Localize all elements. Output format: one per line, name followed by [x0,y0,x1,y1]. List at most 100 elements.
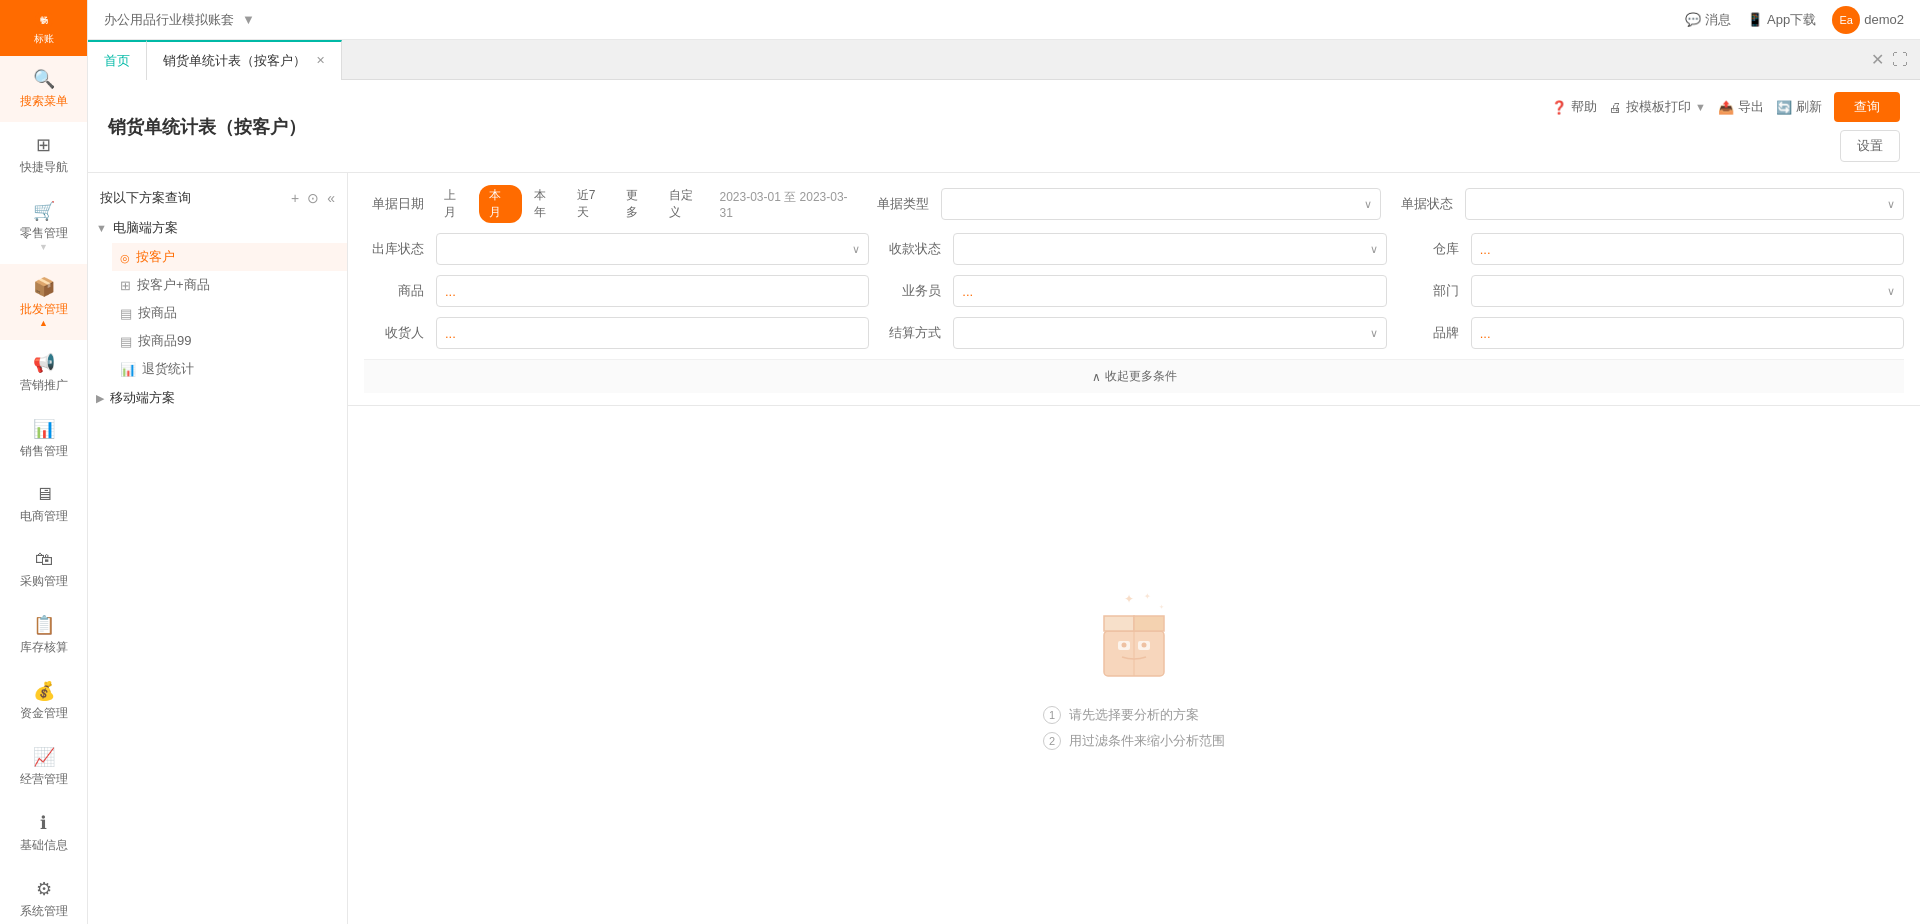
brand-input[interactable]: ... [1471,317,1904,349]
hint-num-1: 1 [1043,706,1061,724]
date-tab-custom[interactable]: 自定义 [661,185,711,223]
tree-by-customer-label: 按客户 [136,248,175,266]
export-button[interactable]: 📤 导出 [1718,98,1764,116]
tab-sales-label: 销货单统计表（按客户） [163,52,306,70]
tree-item-by-goods[interactable]: ▤ 按商品 [112,299,347,327]
empty-hint-2-text: 用过滤条件来缩小分析范围 [1069,732,1225,750]
ecommerce-icon: 🖥 [35,484,53,505]
sidebar-system-label: 系统管理 [20,903,68,920]
date-tab-more[interactable]: 更多 [618,185,657,223]
sidebar-item-purchase[interactable]: 🛍 采购管理 [0,537,87,602]
sidebar-item-marketing[interactable]: 📢 营销推广 [0,340,87,406]
date-range: 2023-03-01 至 2023-03-31 [719,189,857,220]
help-button[interactable]: ❓ 帮助 [1551,98,1597,116]
content-area: 按以下方案查询 + ⊙ « ▼ 电脑端方案 ◎ [88,173,1920,924]
settings-scheme-icon[interactable]: ⊙ [307,190,319,206]
sidebar-item-search[interactable]: 🔍 搜索菜单 [0,56,87,122]
tree-pc-section[interactable]: ▼ 电脑端方案 [88,213,347,243]
date-tab-lastmonth[interactable]: 上月 [436,185,475,223]
sidebar-item-ecommerce[interactable]: 🖥 电商管理 [0,472,87,537]
collapse-bar[interactable]: ∧ 收起更多条件 [364,359,1904,393]
sidebar-item-system[interactable]: ⚙ 系统管理 [0,866,87,924]
collapse-scheme-icon[interactable]: « [327,190,335,206]
user-item[interactable]: Ea demo2 [1832,6,1904,34]
tab-close-all-icon[interactable]: ✕ [1871,50,1884,69]
out-status-input[interactable]: ∨ [436,233,869,265]
export-label: 导出 [1738,98,1764,116]
tree-item-return-stat[interactable]: 📊 退货统计 [112,355,347,383]
sidebar-operations-label: 经营管理 [20,771,68,788]
page-header: 销货单统计表（按客户） ❓ 帮助 🖨 按模板打印 ▼ [88,80,1920,173]
goods-dots: ... [445,284,456,299]
receipt-status-dropdown-icon: ∨ [1370,243,1378,256]
empty-state: ✦ ✦ ✦ [348,406,1920,924]
table-icon: ▤ [120,306,132,321]
order-status-dropdown-icon: ∨ [1887,198,1895,211]
refresh-button[interactable]: 🔄 刷新 [1776,98,1822,116]
sidebar-item-sales[interactable]: 📊 销售管理 [0,406,87,472]
tree-item-by-customer[interactable]: ◎ 按客户 [112,243,347,271]
sidebar-item-inventory[interactable]: 📋 库存核算 [0,602,87,668]
salesperson-label: 业务员 [881,282,941,300]
query-button[interactable]: 查询 [1834,92,1900,122]
message-icon: 💬 [1685,12,1701,27]
sidebar-sales-label: 销售管理 [20,443,68,460]
tab-bar-actions: ✕ ⛶ [1871,50,1920,69]
empty-hint-2: 2 用过滤条件来缩小分析范围 [1043,732,1225,750]
app-download-item[interactable]: 📱 App下载 [1747,11,1816,29]
salesperson-dots: ... [962,284,973,299]
tree-expand-icon: ▼ [96,222,107,234]
consignee-input[interactable]: ... [436,317,869,349]
date-tab-7days[interactable]: 近7天 [569,185,614,223]
header-dropdown-icon[interactable]: ▼ [242,12,255,27]
receipt-status-label: 收款状态 [881,240,941,258]
tree-item-customer-goods[interactable]: ⊞ 按客户+商品 [112,271,347,299]
date-tab-thisyear[interactable]: 本年 [526,185,565,223]
payment-input[interactable]: ∨ [953,317,1386,349]
date-tab-thismonth[interactable]: 本月 [479,185,522,223]
page-body: 销货单统计表（按客户） ❓ 帮助 🖨 按模板打印 ▼ [88,80,1920,924]
tab-close-icon[interactable]: ✕ [316,54,325,67]
print-dropdown[interactable]: ▼ [1695,101,1706,113]
left-panel-header: 按以下方案查询 + ⊙ « [88,183,347,213]
wholesale-arrow: ▲ [39,318,48,328]
tab-expand-icon[interactable]: ⛶ [1892,51,1908,69]
filter-row-2: 出库状态 ∨ 收款状态 ∨ 仓库 ... [364,233,1904,265]
warehouse-label: 仓库 [1399,240,1459,258]
tree-item-by-goods99[interactable]: ▤ 按商品99 [112,327,347,355]
sidebar-item-retail[interactable]: 🛒 零售管理 ▼ [0,188,87,264]
collapse-label: 收起更多条件 [1105,368,1177,385]
tab-sales-stat[interactable]: 销货单统计表（按客户） ✕ [147,40,342,80]
order-type-input[interactable]: ∨ [941,188,1380,220]
tree-mobile-section[interactable]: ▶ 移动端方案 [88,383,347,413]
sidebar-item-basicinfo[interactable]: ℹ 基础信息 [0,800,87,866]
sidebar-item-quicknav[interactable]: ⊞ 快捷导航 [0,122,87,188]
add-scheme-icon[interactable]: + [291,190,299,206]
tab-home[interactable]: 首页 [88,40,147,80]
date-tabs: 上月 本月 本年 近7天 更多 自定义 [436,185,711,223]
goods-input[interactable]: ... [436,275,869,307]
sidebar-item-operations[interactable]: 📈 经营管理 [0,734,87,800]
tree-return-stat-label: 退货统计 [142,360,194,378]
receipt-status-input[interactable]: ∨ [953,233,1386,265]
print-button[interactable]: 🖨 按模板打印 ▼ [1609,98,1706,116]
industry-title: 办公用品行业模拟账套 [104,11,234,29]
sidebar-item-finance[interactable]: 💰 资金管理 [0,668,87,734]
out-status-dropdown-icon: ∨ [852,243,860,256]
department-input[interactable]: ∨ [1471,275,1904,307]
tab-bar: 首页 销货单统计表（按客户） ✕ ✕ ⛶ [88,40,1920,80]
filter-row-1: 单据日期 上月 本月 本年 近7天 更多 自定义 2023-03-01 至 20… [364,185,1904,223]
message-item[interactable]: 💬 消息 [1685,11,1731,29]
right-panel: 单据日期 上月 本月 本年 近7天 更多 自定义 2023-03-01 至 20… [348,173,1920,924]
warehouse-input[interactable]: ... [1471,233,1904,265]
sidebar-item-wholesale[interactable]: 📦 批发管理 ▲ [0,264,87,340]
salesperson-input[interactable]: ... [953,275,1386,307]
empty-hint-1-text: 请先选择要分析的方案 [1069,706,1199,724]
username-label: demo2 [1864,12,1904,27]
order-status-input[interactable]: ∨ [1465,188,1904,220]
filter-row-4: 收货人 ... 结算方式 ∨ 品牌 ... [364,317,1904,349]
system-icon: ⚙ [36,878,52,900]
settings-button[interactable]: 设置 [1840,130,1900,162]
svg-point-9 [1122,642,1127,647]
order-type-label: 单据类型 [869,195,929,213]
